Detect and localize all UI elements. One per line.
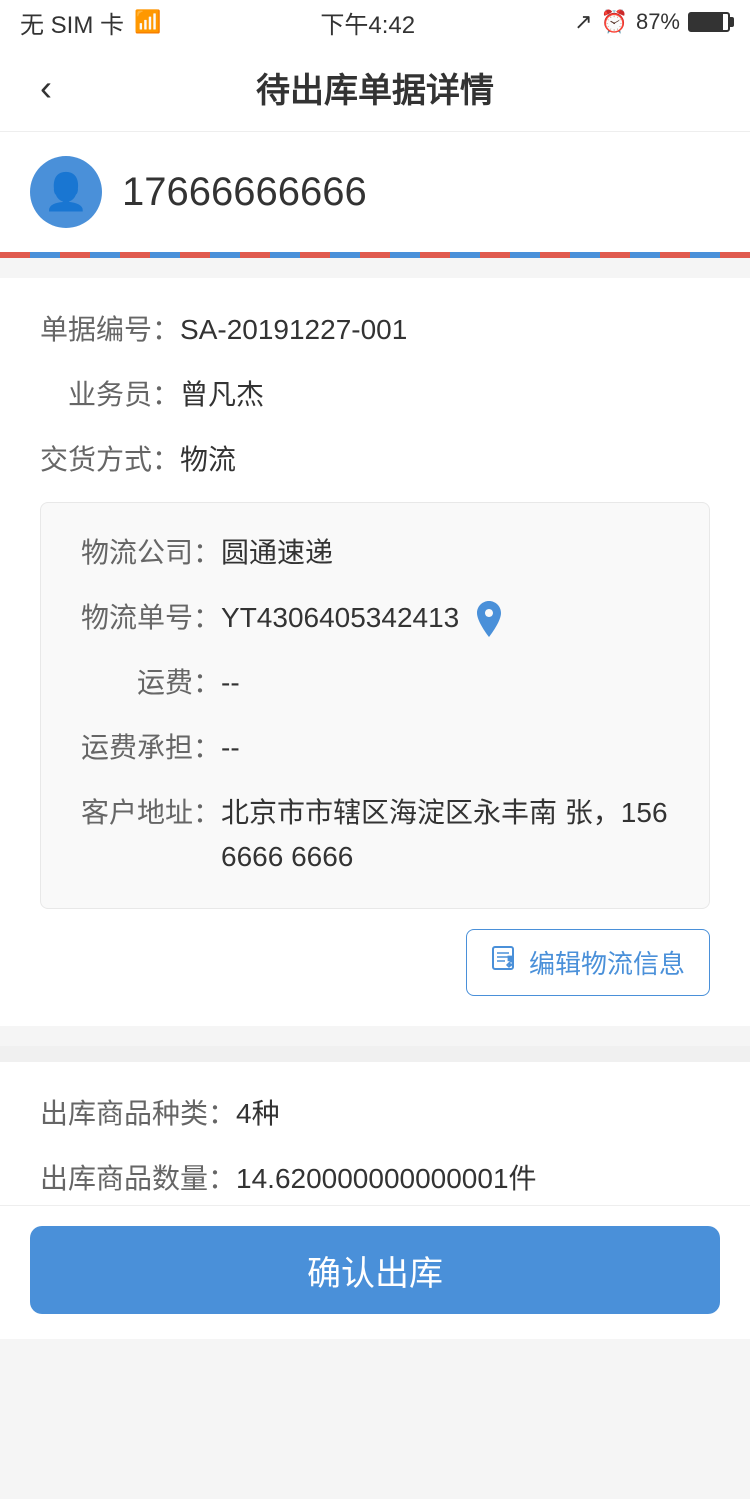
company-value: 圆通速递	[221, 531, 669, 576]
delivery-value: 物流	[180, 438, 710, 483]
edit-logistics-button[interactable]: 编辑物流信息	[466, 929, 710, 996]
salesman-value: 曾凡杰	[180, 373, 710, 418]
order-no-label: 单据编号：	[40, 308, 180, 353]
edit-btn-label: 编辑物流信息	[529, 944, 685, 981]
bottom-spacer	[0, 1339, 750, 1499]
address-label: 客户地址：	[81, 791, 221, 836]
status-right: ↗ ⏰ 87%	[574, 9, 730, 35]
status-time: 下午4:42	[320, 5, 415, 40]
battery-percent: 87%	[636, 9, 680, 35]
delivery-row: 交货方式： 物流	[40, 438, 710, 483]
edit-btn-container: 编辑物流信息	[40, 909, 710, 996]
salesman-label: 业务员：	[40, 373, 180, 418]
confirm-btn-area: 确认出库	[0, 1205, 750, 1334]
order-no-row: 单据编号： SA-20191227-001	[40, 308, 710, 353]
battery-icon	[688, 12, 730, 32]
goods-quantity-row: 出库商品数量： 14.620000000000001件	[40, 1157, 710, 1202]
address-row: 客户地址： 北京市市辖区海淀区永丰南 张，156 6666 6666	[81, 791, 669, 881]
confirm-outbound-button[interactable]: 确认出库	[30, 1226, 720, 1314]
phone-number: 17666666666	[122, 170, 367, 215]
freight-value: --	[221, 661, 669, 706]
back-button[interactable]: ‹	[30, 57, 62, 119]
alarm-icon: ⏰	[601, 9, 628, 35]
edit-icon	[491, 945, 519, 980]
phone-header: 👤 17666666666	[0, 132, 750, 252]
location-service-icon: ↗	[574, 9, 592, 35]
goods-quantity-label: 出库商品数量：	[40, 1157, 236, 1202]
avatar-icon: 👤	[44, 171, 89, 213]
order-no-value: SA-20191227-001	[180, 308, 710, 353]
avatar: 👤	[30, 156, 102, 228]
tracking-label: 物流单号：	[81, 596, 221, 641]
freight-label: 运费：	[81, 661, 221, 706]
logistics-card: 物流公司： 圆通速递 物流单号： YT4306405342413 运费： -- …	[40, 502, 710, 909]
goods-type-value: 4种	[236, 1092, 710, 1137]
status-left: 无 SIM 卡 📶	[20, 5, 161, 40]
address-value: 北京市市辖区海淀区永丰南 张，156 6666 6666	[221, 791, 669, 881]
confirm-btn-label: 确认出库	[307, 1246, 443, 1295]
tracking-location-icon[interactable]	[473, 601, 505, 637]
goods-type-label: 出库商品种类：	[40, 1092, 236, 1137]
freight-bear-row: 运费承担： --	[81, 726, 669, 771]
goods-type-row: 出库商品种类： 4种	[40, 1092, 710, 1137]
freight-bear-value: --	[221, 726, 669, 771]
dashed-divider	[0, 252, 750, 258]
freight-row: 运费： --	[81, 661, 669, 706]
salesman-row: 业务员： 曾凡杰	[40, 373, 710, 418]
section-divider	[0, 1046, 750, 1062]
wifi-icon: 📶	[134, 9, 161, 35]
company-label: 物流公司：	[81, 531, 221, 576]
tracking-row: 物流单号： YT4306405342413	[81, 596, 669, 641]
carrier-label: 无 SIM 卡	[20, 5, 124, 40]
delivery-label: 交货方式：	[40, 438, 180, 483]
company-row: 物流公司： 圆通速递	[81, 531, 669, 576]
basic-info-section: 单据编号： SA-20191227-001 业务员： 曾凡杰 交货方式： 物流 …	[0, 278, 750, 1026]
goods-quantity-value: 14.620000000000001件	[236, 1157, 710, 1202]
status-bar: 无 SIM 卡 📶 下午4:42 ↗ ⏰ 87%	[0, 0, 750, 44]
page-title: 待出库单据详情	[256, 63, 494, 112]
freight-bear-label: 运费承担：	[81, 726, 221, 771]
nav-bar: ‹ 待出库单据详情	[0, 44, 750, 132]
tracking-value: YT4306405342413	[221, 596, 669, 641]
